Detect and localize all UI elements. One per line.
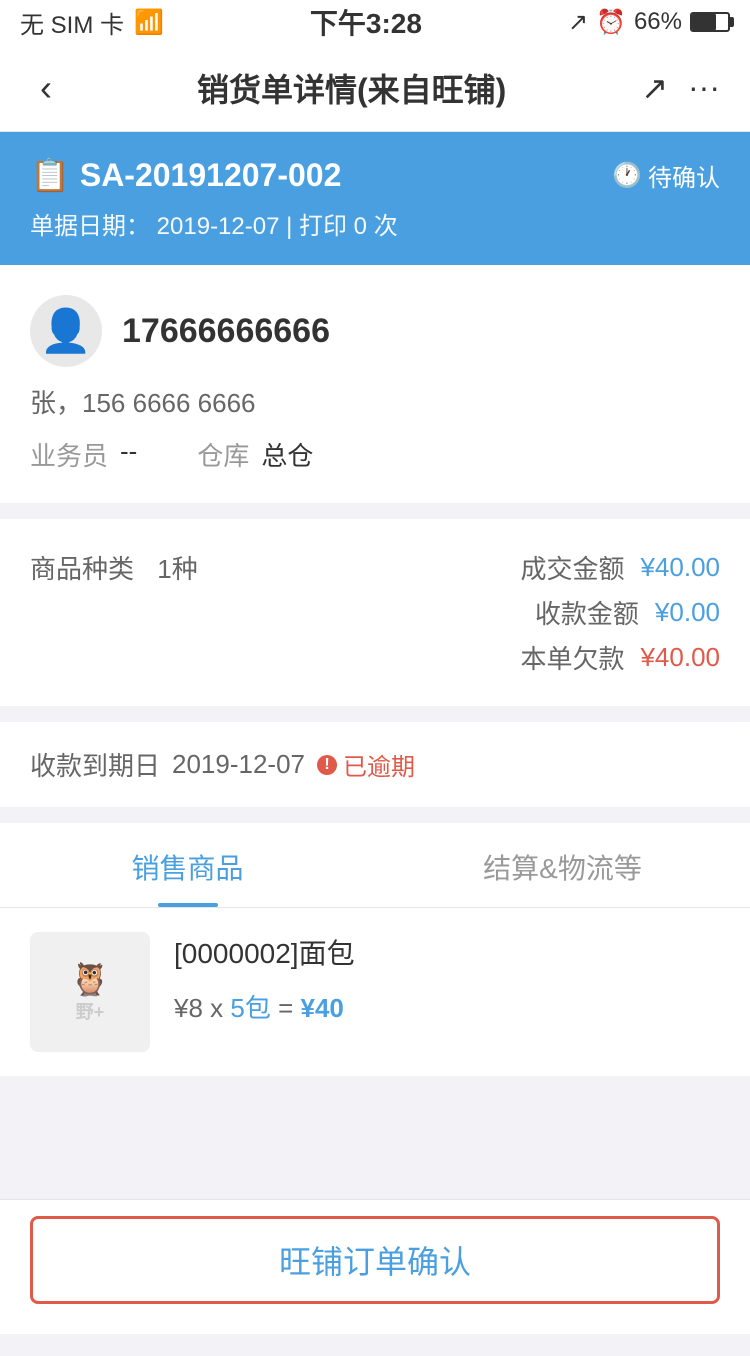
- tabs-row: 销售商品 结算&物流等: [0, 823, 750, 908]
- collected-value: ¥0.00: [655, 597, 720, 628]
- owe-value: ¥40.00: [640, 642, 720, 673]
- due-label: 收款到期日: [30, 746, 160, 783]
- collected-row: 收款金额 ¥0.00: [535, 594, 720, 631]
- more-icon[interactable]: ···: [688, 69, 720, 106]
- product-type-label: 商品种类: [30, 554, 134, 584]
- due-section: 收款到期日 2019-12-07 ! 已逾期: [0, 722, 750, 807]
- salesperson-label: 业务员: [30, 436, 108, 473]
- deal-amount-value: ¥40.00: [640, 552, 720, 583]
- collected-label: 收款金额: [535, 594, 639, 631]
- product-name: [0000002]面包: [174, 932, 720, 972]
- wifi-icon: 📶: [134, 8, 164, 37]
- carrier-text: 无 SIM 卡: [20, 5, 124, 40]
- product-info: [0000002]面包 ¥8 x 5包 = ¥40: [174, 932, 720, 1025]
- battery-icon: [690, 12, 730, 32]
- due-date: 2019-12-07: [172, 749, 305, 780]
- avatar-icon: 👤: [40, 307, 92, 356]
- nav-actions: ↗ ···: [641, 69, 720, 107]
- back-button[interactable]: ‹: [30, 57, 62, 119]
- product-type-value: 1种: [157, 554, 197, 584]
- location-icon: ↗: [568, 8, 588, 37]
- customer-meta: 业务员 -- 仓库 总仓: [30, 436, 720, 473]
- product-equals: =: [278, 993, 300, 1023]
- tabs-section: 销售商品 结算&物流等 🦉 野+ [0000002]面包 ¥8 x 5包 = ¥…: [0, 823, 750, 1076]
- warehouse-item: 仓库 总仓: [197, 436, 313, 473]
- summary-section: 商品种类 1种 成交金额 ¥40.00 收款金额 ¥0.00 本单欠款 ¥40.…: [0, 519, 750, 706]
- deal-amount-row: 成交金额 ¥40.00: [520, 549, 720, 586]
- product-image: 🦉 野+: [30, 932, 150, 1052]
- status-right: ↗ ⏰ 66%: [568, 8, 730, 37]
- warehouse-label: 仓库: [197, 436, 249, 473]
- share-icon[interactable]: ↗: [641, 69, 668, 107]
- order-status: 🕐 待确认: [612, 158, 720, 193]
- customer-name-phone: 张，156 6666 6666: [30, 383, 720, 420]
- avatar: 👤: [30, 295, 102, 367]
- customer-phone: 17666666666: [122, 312, 330, 351]
- order-number: 📋 SA-20191207-002: [30, 156, 341, 194]
- status-bar: 无 SIM 卡 📶 下午3:28 ↗ ⏰ 66%: [0, 0, 750, 44]
- product-type-item: 商品种类 1种: [30, 549, 198, 586]
- overdue-text: 已逾期: [343, 747, 415, 782]
- tab-settlement[interactable]: 结算&物流等: [375, 823, 750, 907]
- product-unit-price: ¥8: [174, 993, 203, 1023]
- order-prefix-icon: 📋: [30, 156, 70, 194]
- overdue-badge: ! 已逾期: [317, 747, 415, 782]
- nav-bar: ‹ 销货单详情(来自旺铺) ↗ ···: [0, 44, 750, 132]
- product-logo-text: 野+: [76, 998, 105, 1024]
- product-item: 🦉 野+ [0000002]面包 ¥8 x 5包 = ¥40: [0, 908, 750, 1076]
- product-logo-icon: 🦉: [70, 960, 110, 998]
- owe-row: 本单欠款 ¥40.00: [520, 639, 720, 676]
- battery-percent: 66%: [634, 8, 682, 36]
- alarm-icon: ⏰: [596, 8, 626, 37]
- salesperson-item: 业务员 --: [30, 436, 137, 473]
- deal-amount-label: 成交金额: [520, 549, 624, 586]
- status-left: 无 SIM 卡 📶: [20, 5, 164, 40]
- product-total: ¥40: [301, 993, 344, 1023]
- owe-label: 本单欠款: [520, 639, 624, 676]
- page-title: 销货单详情(来自旺铺): [197, 65, 506, 111]
- overdue-dot-icon: !: [317, 755, 337, 775]
- tab-sales-products[interactable]: 销售商品: [0, 823, 375, 907]
- status-clock-icon: 🕐: [612, 161, 642, 190]
- status-time: 下午3:28: [310, 2, 422, 42]
- order-date-info: 单据日期： 2019-12-07 | 打印 0 次: [30, 206, 720, 241]
- product-quantity: 5包: [230, 993, 270, 1023]
- salesperson-value: --: [120, 436, 137, 473]
- warehouse-value: 总仓: [261, 436, 313, 473]
- confirm-button[interactable]: 旺铺订单确认: [30, 1216, 720, 1304]
- bottom-bar: 旺铺订单确认: [0, 1199, 750, 1334]
- customer-section: 👤 17666666666 张，156 6666 6666 业务员 -- 仓库 …: [0, 265, 750, 503]
- product-multiply: x: [210, 993, 230, 1023]
- order-header: 📋 SA-20191207-002 🕐 待确认 单据日期： 2019-12-07…: [0, 132, 750, 265]
- product-price: ¥8 x 5包 = ¥40: [174, 988, 720, 1025]
